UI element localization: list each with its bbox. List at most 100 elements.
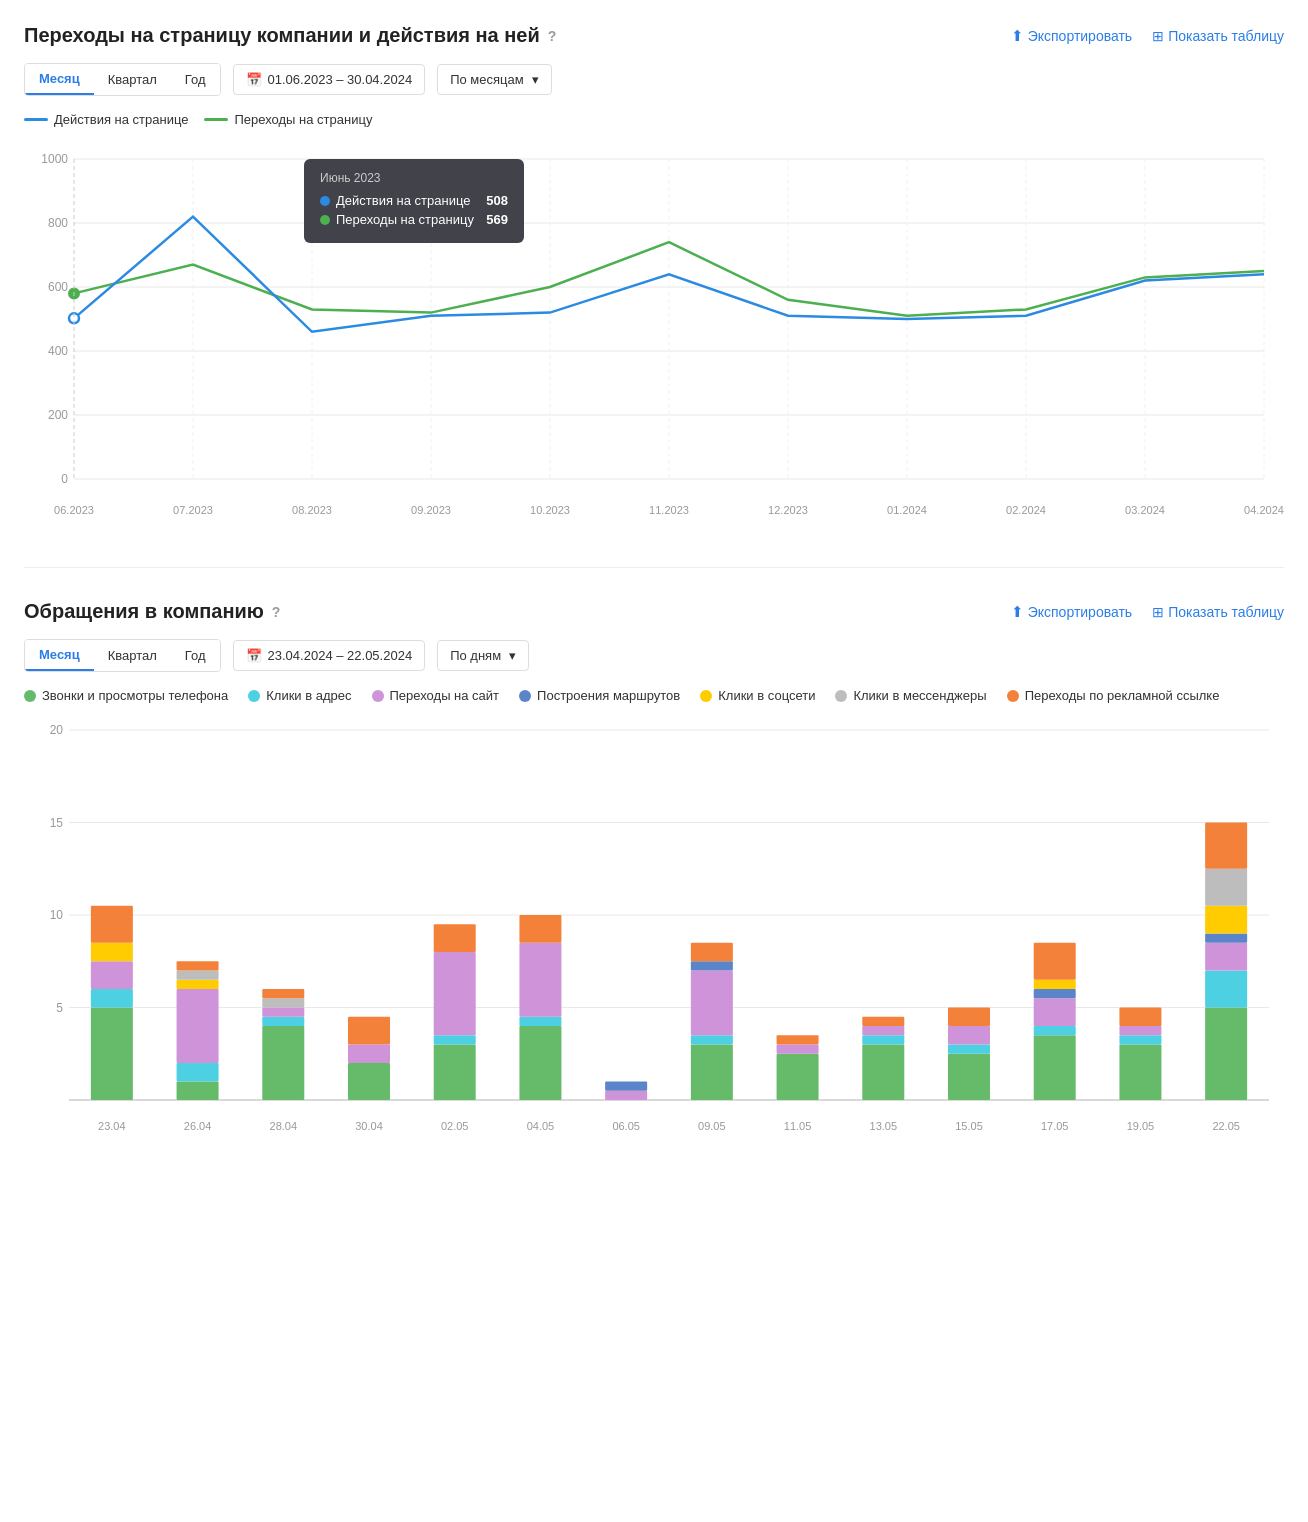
svg-rect-111 <box>1119 1008 1161 1027</box>
svg-rect-79 <box>605 1082 647 1091</box>
svg-text:200: 200 <box>48 408 68 422</box>
svg-rect-109 <box>1119 1035 1161 1044</box>
svg-text:04.2024: 04.2024 <box>1244 504 1284 516</box>
svg-text:26.04: 26.04 <box>184 1120 212 1132</box>
svg-text:11.05: 11.05 <box>784 1120 812 1132</box>
svg-text:0: 0 <box>61 472 68 486</box>
section1-show-table-link[interactable]: ⊞ Показать таблицу <box>1152 28 1284 44</box>
section1-groupby[interactable]: По месяцам ▾ <box>437 64 552 95</box>
section2-chart-container: 510152023.0426.0428.0430.0402.0504.0506.… <box>24 715 1284 1135</box>
svg-rect-99 <box>948 1008 990 1027</box>
section1-help-icon[interactable]: ? <box>548 28 557 44</box>
svg-rect-64 <box>348 1063 390 1100</box>
svg-rect-101 <box>1034 1035 1076 1100</box>
section1-date-picker[interactable]: 📅 01.06.2023 – 30.04.2024 <box>233 64 426 95</box>
svg-text:15.05: 15.05 <box>955 1120 983 1132</box>
bar-chart-wrap: 510152023.0426.0428.0430.0402.0504.0506.… <box>24 715 1284 1135</box>
groupby-label-2: По дням <box>450 648 501 663</box>
section2-help-icon[interactable]: ? <box>272 604 281 620</box>
legend-actions-color <box>24 118 48 121</box>
svg-text:15: 15 <box>50 816 64 830</box>
section2-export-link[interactable]: ⬆ Экспортировать <box>1011 603 1132 621</box>
legend-messengers-label: Клики в мессенджеры <box>853 688 986 703</box>
section2-date-picker[interactable]: 📅 23.04.2024 – 22.05.2024 <box>233 640 426 671</box>
tab-month-1[interactable]: Месяц <box>25 64 94 95</box>
svg-rect-98 <box>948 1026 990 1045</box>
export-label: Экспортировать <box>1028 28 1132 44</box>
svg-rect-119 <box>1205 823 1247 869</box>
svg-rect-70 <box>434 952 476 1035</box>
svg-text:02.05: 02.05 <box>441 1120 469 1132</box>
tab-year-2[interactable]: Год <box>171 640 220 671</box>
legend-routes-label: Построения маршрутов <box>537 688 680 703</box>
svg-rect-96 <box>948 1054 990 1100</box>
svg-text:19.05: 19.05 <box>1127 1120 1155 1132</box>
svg-rect-74 <box>519 1017 561 1026</box>
svg-rect-49 <box>91 906 133 943</box>
svg-text:400: 400 <box>48 344 68 358</box>
svg-text:03.2024: 03.2024 <box>1125 504 1165 516</box>
svg-text:5: 5 <box>56 1001 63 1015</box>
section-page-visits: Переходы на страницу компании и действия… <box>24 24 1284 519</box>
legend-routes: Построения маршрутов <box>519 688 680 703</box>
table-icon-2: ⊞ <box>1152 604 1164 620</box>
section2-title: Обращения в компанию ? <box>24 600 280 623</box>
section2-title-text: Обращения в компанию <box>24 600 264 623</box>
legend-site-color <box>372 690 384 702</box>
svg-text:06.2023: 06.2023 <box>54 504 94 516</box>
svg-rect-108 <box>1119 1045 1161 1101</box>
svg-text:10.2023: 10.2023 <box>530 504 570 516</box>
section2-header: Обращения в компанию ? ⬆ Экспортировать … <box>24 600 1284 623</box>
show-table-label: Показать таблицу <box>1168 28 1284 44</box>
svg-text:10: 10 <box>50 908 64 922</box>
svg-rect-97 <box>948 1045 990 1054</box>
calendar-icon-1: 📅 <box>246 72 262 87</box>
calendar-icon-2: 📅 <box>246 648 262 663</box>
svg-rect-117 <box>1205 906 1247 934</box>
section2-period-tabs: Месяц Квартал Год <box>24 639 221 672</box>
svg-rect-114 <box>1205 971 1247 1008</box>
svg-rect-59 <box>262 1017 304 1026</box>
legend-actions: Действия на странице <box>24 112 188 127</box>
svg-text:22.05: 22.05 <box>1212 1120 1240 1132</box>
tab-month-2[interactable]: Месяц <box>25 640 94 671</box>
export-icon-2: ⬆ <box>1011 603 1024 621</box>
chevron-down-icon-1: ▾ <box>532 72 539 87</box>
tab-year-1[interactable]: Год <box>171 64 220 95</box>
svg-text:13.05: 13.05 <box>870 1120 898 1132</box>
section1-export-link[interactable]: ⬆ Экспортировать <box>1011 27 1132 45</box>
legend-visits-label: Переходы на страницу <box>234 112 372 127</box>
svg-rect-66 <box>348 1017 390 1045</box>
svg-rect-82 <box>691 1035 733 1044</box>
svg-rect-116 <box>1205 934 1247 943</box>
line-chart-wrap: Июнь 2023 Действия на странице 508 Перех… <box>24 139 1284 519</box>
date-range-2: 23.04.2024 – 22.05.2024 <box>268 648 413 663</box>
tab-quarter-1[interactable]: Квартал <box>94 64 171 95</box>
svg-rect-91 <box>862 1045 904 1101</box>
svg-rect-53 <box>177 989 219 1063</box>
section2-groupby[interactable]: По дням ▾ <box>437 640 529 671</box>
legend-site-label: Переходы на сайт <box>390 688 500 703</box>
svg-rect-78 <box>605 1091 647 1100</box>
line-chart-svg: 0200400600800100006.202307.202308.202309… <box>24 139 1284 519</box>
legend-messengers: Клики в мессенджеры <box>835 688 986 703</box>
legend-calls-color <box>24 690 36 702</box>
legend-messengers-color <box>835 690 847 702</box>
section2-show-table-link[interactable]: ⊞ Показать таблицу <box>1152 604 1284 620</box>
legend-calls: Звонки и просмотры телефона <box>24 688 228 703</box>
section1-chart-container: Июнь 2023 Действия на странице 508 Перех… <box>24 139 1284 519</box>
svg-rect-60 <box>262 1008 304 1017</box>
svg-rect-92 <box>862 1035 904 1044</box>
svg-text:800: 800 <box>48 216 68 230</box>
section1-period-tabs: Месяц Квартал Год <box>24 63 221 96</box>
legend-actions-label: Действия на странице <box>54 112 188 127</box>
svg-text:600: 600 <box>48 280 68 294</box>
section1-header: Переходы на страницу компании и действия… <box>24 24 1284 47</box>
export-label-2: Экспортировать <box>1028 604 1132 620</box>
tab-quarter-2[interactable]: Квартал <box>94 640 171 671</box>
table-icon: ⊞ <box>1152 28 1164 44</box>
section1-actions: ⬆ Экспортировать ⊞ Показать таблицу <box>1011 27 1284 45</box>
svg-rect-85 <box>691 943 733 962</box>
svg-rect-84 <box>691 961 733 970</box>
svg-rect-68 <box>434 1045 476 1101</box>
